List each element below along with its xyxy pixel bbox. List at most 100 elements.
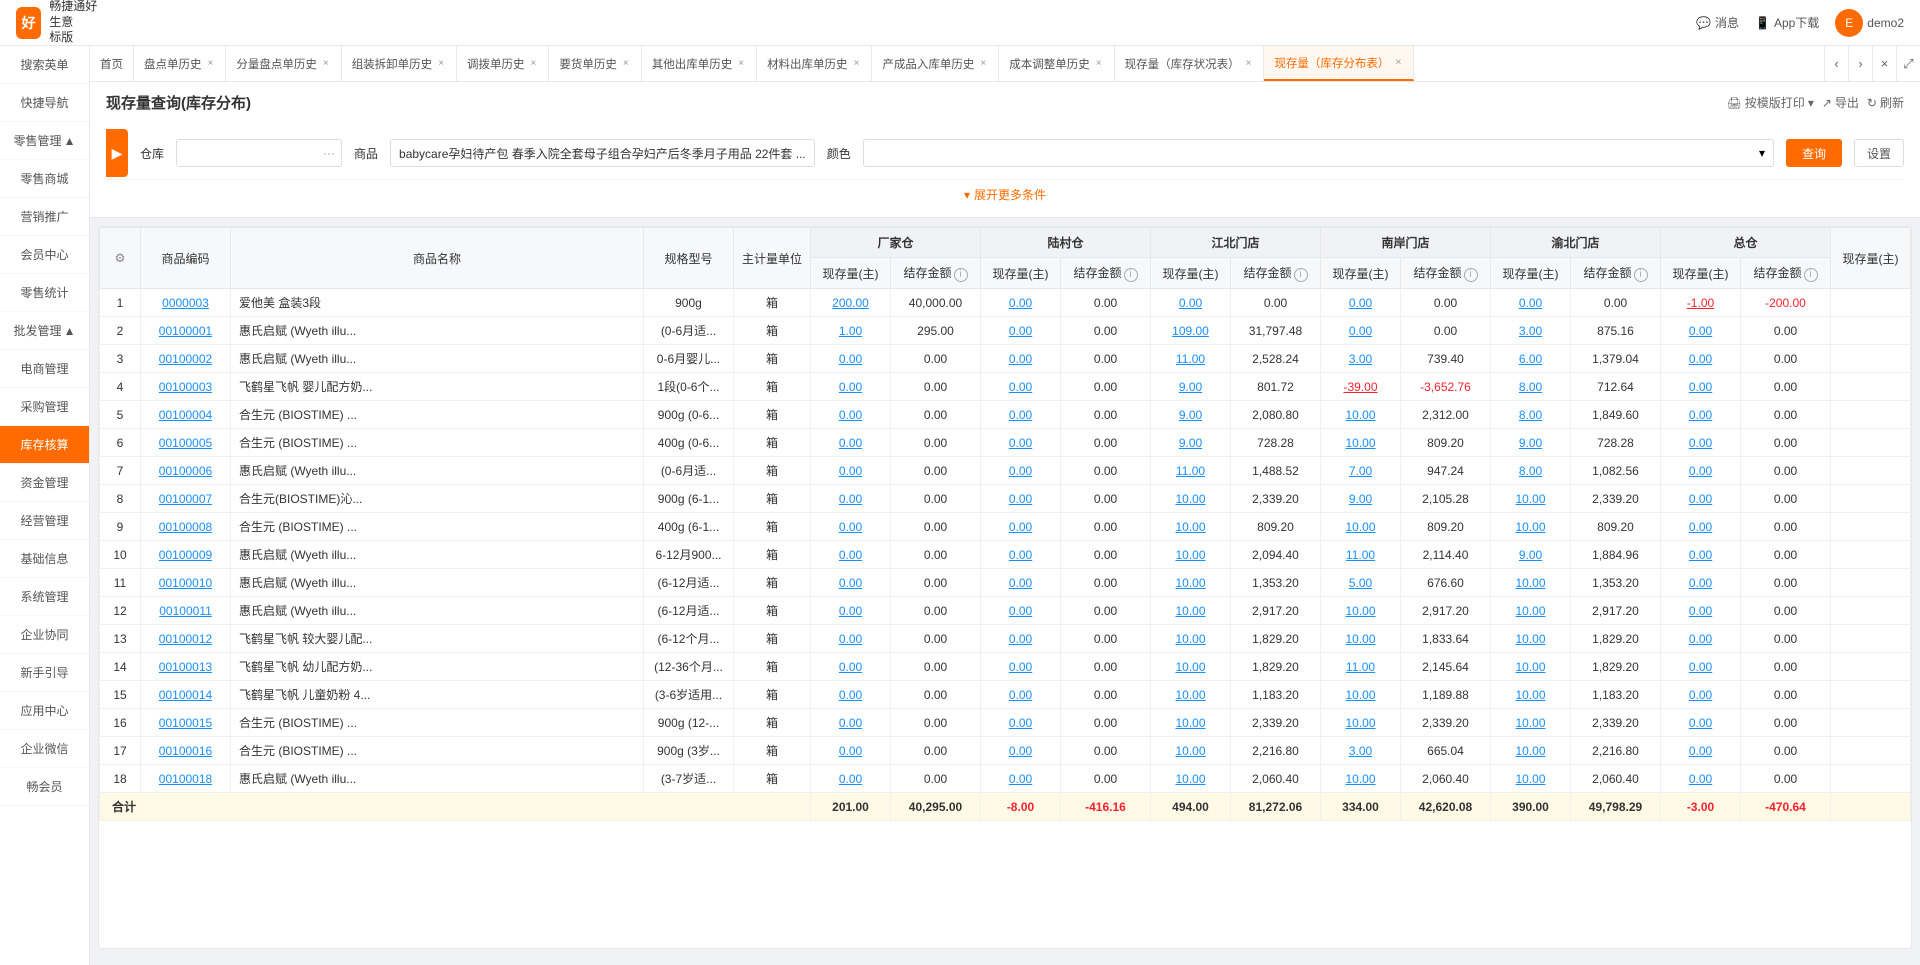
cell-total-qty[interactable]: 0.00 bbox=[1661, 653, 1741, 681]
cell-c1-qty[interactable]: 0.00 bbox=[811, 345, 891, 373]
cell-c4-qty[interactable]: 0.00 bbox=[1321, 289, 1401, 317]
cell-c5-qty[interactable]: 10.00 bbox=[1491, 485, 1571, 513]
cell-c2-qty[interactable]: 0.00 bbox=[981, 513, 1061, 541]
sidebar-item-inventory[interactable]: 库存核算 bbox=[0, 426, 89, 464]
sidebar-item-basic-info[interactable]: 基础信息 bbox=[0, 540, 89, 578]
warehouse-input[interactable] bbox=[177, 140, 317, 166]
tab-close-icon[interactable]: × bbox=[621, 57, 631, 70]
cell-c2-qty[interactable]: 0.00 bbox=[981, 429, 1061, 457]
cell-code[interactable]: 00100002 bbox=[141, 345, 231, 373]
warehouse-dots-btn[interactable]: ··· bbox=[317, 146, 341, 160]
cell-c2-qty[interactable]: 0.00 bbox=[981, 457, 1061, 485]
cell-c2-qty[interactable]: 0.00 bbox=[981, 709, 1061, 737]
cell-c2-qty[interactable]: 0.00 bbox=[981, 737, 1061, 765]
cell-code[interactable]: 00100011 bbox=[141, 597, 231, 625]
cell-c3-qty[interactable]: 10.00 bbox=[1151, 765, 1231, 793]
cell-c4-qty[interactable]: 3.00 bbox=[1321, 737, 1401, 765]
cell-c4-qty[interactable]: 11.00 bbox=[1321, 541, 1401, 569]
cell-c1-qty[interactable]: 0.00 bbox=[811, 737, 891, 765]
cell-c5-qty[interactable]: 6.00 bbox=[1491, 345, 1571, 373]
cell-c1-qty[interactable]: 0.00 bbox=[811, 569, 891, 597]
cell-c2-qty[interactable]: 0.00 bbox=[981, 541, 1061, 569]
cell-code[interactable]: 00100004 bbox=[141, 401, 231, 429]
tab-close-icon[interactable]: × bbox=[852, 57, 862, 70]
cell-total-qty[interactable]: 0.00 bbox=[1661, 681, 1741, 709]
cell-total-qty[interactable]: 0.00 bbox=[1661, 625, 1741, 653]
sidebar-item-wecom[interactable]: 企业微信 bbox=[0, 730, 89, 768]
cell-c1-qty[interactable]: 0.00 bbox=[811, 597, 891, 625]
cell-c4-qty[interactable]: 9.00 bbox=[1321, 485, 1401, 513]
color-select[interactable]: ▾ bbox=[863, 139, 1774, 167]
sidebar-item-member2[interactable]: 畅会员 bbox=[0, 768, 89, 806]
cell-c3-qty[interactable]: 10.00 bbox=[1151, 597, 1231, 625]
table-wrap[interactable]: ⚙ 商品编码 商品名称 规格型号 主计量单位 厂家仓 陆村仓 江北门店 南岸门店… bbox=[98, 226, 1912, 949]
cell-c2-qty[interactable]: 0.00 bbox=[981, 653, 1061, 681]
cell-c2-qty[interactable]: 0.00 bbox=[981, 625, 1061, 653]
tab-prev-btn[interactable]: ‹ bbox=[1824, 46, 1848, 82]
cell-c3-qty[interactable]: 9.00 bbox=[1151, 401, 1231, 429]
sidebar-item-nav[interactable]: 快捷导航 bbox=[0, 84, 89, 122]
tab-next-btn[interactable]: › bbox=[1848, 46, 1872, 82]
tab-close-icon[interactable]: × bbox=[736, 57, 746, 70]
cell-c5-qty[interactable]: 10.00 bbox=[1491, 513, 1571, 541]
cell-code[interactable]: 00100010 bbox=[141, 569, 231, 597]
cell-total-qty[interactable]: 0.00 bbox=[1661, 457, 1741, 485]
tab-close-icon[interactable]: × bbox=[1094, 57, 1104, 70]
cell-total-qty[interactable]: -1.00 bbox=[1661, 289, 1741, 317]
cell-c3-qty[interactable]: 10.00 bbox=[1151, 681, 1231, 709]
cell-total-qty[interactable]: 0.00 bbox=[1661, 737, 1741, 765]
cell-c2-qty[interactable]: 0.00 bbox=[981, 317, 1061, 345]
cell-c1-qty[interactable]: 0.00 bbox=[811, 429, 891, 457]
cell-c2-qty[interactable]: 0.00 bbox=[981, 373, 1061, 401]
product-input[interactable]: babycare孕妇待产包 春季入院全套母子组合孕妇产后冬季月子用品 22件套 … bbox=[390, 139, 815, 167]
tab-close-icon[interactable]: × bbox=[321, 57, 331, 70]
tab-product-in[interactable]: 产成品入库单历史 × bbox=[872, 46, 999, 81]
sidebar-item-enterprise[interactable]: 企业协同 bbox=[0, 616, 89, 654]
tab-home[interactable]: 首页 bbox=[90, 46, 134, 81]
cell-c3-qty[interactable]: 10.00 bbox=[1151, 569, 1231, 597]
cell-code[interactable]: 00100006 bbox=[141, 457, 231, 485]
cell-total-qty[interactable]: 0.00 bbox=[1661, 569, 1741, 597]
sidebar-item-retail-shop[interactable]: 零售商城 bbox=[0, 160, 89, 198]
cell-c3-qty[interactable]: 10.00 bbox=[1151, 625, 1231, 653]
cell-c3-qty[interactable]: 9.00 bbox=[1151, 373, 1231, 401]
cell-c5-qty[interactable]: 9.00 bbox=[1491, 429, 1571, 457]
cell-c1-qty[interactable]: 0.00 bbox=[811, 709, 891, 737]
tab-other-out[interactable]: 其他出库单历史 × bbox=[642, 46, 757, 81]
cell-c1-qty[interactable]: 0.00 bbox=[811, 401, 891, 429]
info-icon5[interactable]: i bbox=[1634, 268, 1648, 282]
cell-c1-qty[interactable]: 1.00 bbox=[811, 317, 891, 345]
cell-code[interactable]: 00100016 bbox=[141, 737, 231, 765]
cell-c5-qty[interactable]: 0.00 bbox=[1491, 289, 1571, 317]
tab-split-stocktake[interactable]: 分量盘点单历史 × bbox=[226, 46, 341, 81]
cell-c4-qty[interactable]: 10.00 bbox=[1321, 513, 1401, 541]
cell-code[interactable]: 00100018 bbox=[141, 765, 231, 793]
cell-c2-qty[interactable]: 0.00 bbox=[981, 569, 1061, 597]
app-download-btn[interactable]: 📱 App下载 bbox=[1755, 14, 1819, 31]
cell-code[interactable]: 0000003 bbox=[141, 289, 231, 317]
export-btn[interactable]: ↗ 导出 bbox=[1822, 94, 1859, 111]
cell-c3-qty[interactable]: 10.00 bbox=[1151, 653, 1231, 681]
sidebar-item-purchase[interactable]: 采购管理 bbox=[0, 388, 89, 426]
cell-code[interactable]: 00100005 bbox=[141, 429, 231, 457]
tab-close-icon[interactable]: × bbox=[529, 57, 539, 70]
sidebar-item-search[interactable]: 搜索英单 bbox=[0, 46, 89, 84]
cell-c1-qty[interactable]: 0.00 bbox=[811, 765, 891, 793]
sidebar-item-ecommerce[interactable]: 电商管理 bbox=[0, 350, 89, 388]
cell-c1-qty[interactable]: 0.00 bbox=[811, 541, 891, 569]
cell-total-qty[interactable]: 0.00 bbox=[1661, 317, 1741, 345]
cell-c2-qty[interactable]: 0.00 bbox=[981, 345, 1061, 373]
filter-collapse-btn[interactable]: ▶ bbox=[106, 129, 128, 177]
cell-c4-qty[interactable]: 7.00 bbox=[1321, 457, 1401, 485]
cell-c4-qty[interactable]: 5.00 bbox=[1321, 569, 1401, 597]
cell-c4-qty[interactable]: 10.00 bbox=[1321, 401, 1401, 429]
cell-c4-qty[interactable]: 10.00 bbox=[1321, 709, 1401, 737]
cell-total-qty[interactable]: 0.00 bbox=[1661, 765, 1741, 793]
tab-close-icon[interactable]: × bbox=[206, 57, 216, 70]
cell-c5-qty[interactable]: 9.00 bbox=[1491, 541, 1571, 569]
tab-stock-dist[interactable]: 现存量（库存分布表）× bbox=[1264, 46, 1414, 81]
cell-code[interactable]: 00100001 bbox=[141, 317, 231, 345]
cell-total-qty[interactable]: 0.00 bbox=[1661, 597, 1741, 625]
cell-c3-qty[interactable]: 0.00 bbox=[1151, 289, 1231, 317]
cell-total-qty[interactable]: 0.00 bbox=[1661, 429, 1741, 457]
